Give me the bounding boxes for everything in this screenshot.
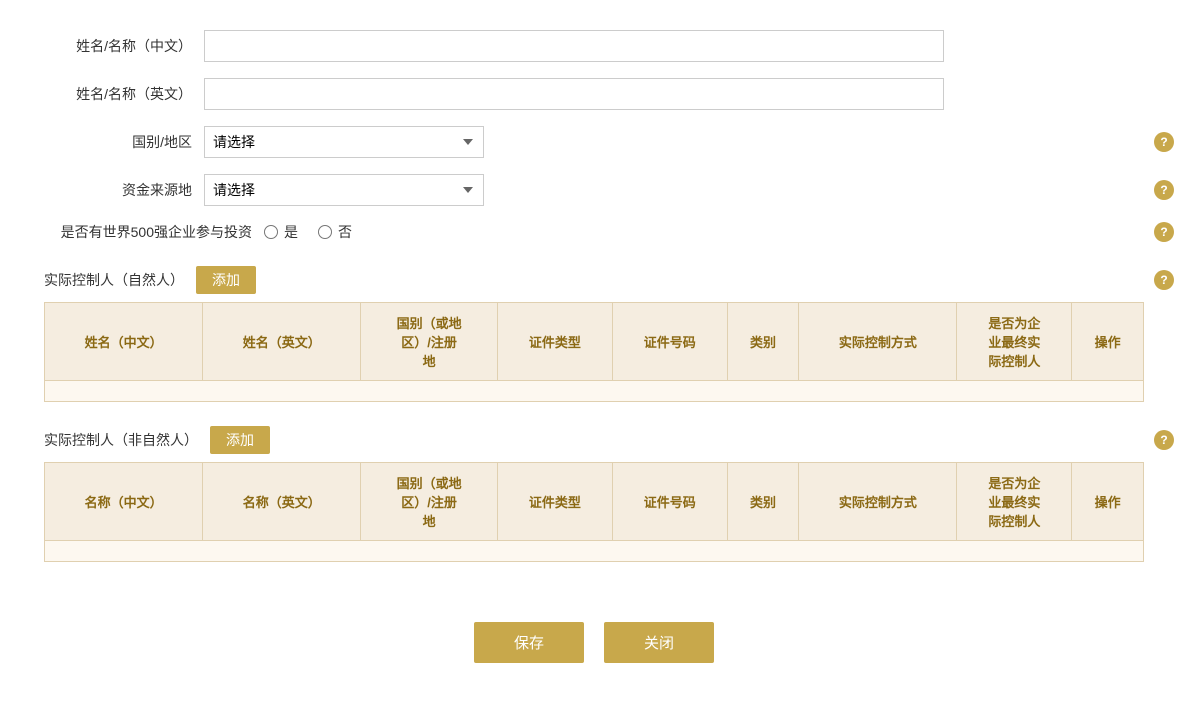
non-natural-table-header-row: 名称（中文） 名称（英文） 国别（或地区）/注册地 证件类型 证件号码 类别 实… xyxy=(45,463,1144,541)
non-natural-col-cert-no: 证件号码 xyxy=(612,463,727,541)
fortune500-yes-label: 是 xyxy=(284,222,298,242)
close-button[interactable]: 关闭 xyxy=(604,622,714,663)
footer-buttons: 保存 关闭 xyxy=(44,602,1144,663)
name-cn-label: 姓名/名称（中文） xyxy=(44,36,204,56)
natural-col-cert-no: 证件号码 xyxy=(612,303,727,381)
non-natural-empty-row xyxy=(45,541,1144,562)
non-natural-col-is-ultimate: 是否为企业最终实际控制人 xyxy=(957,463,1072,541)
name-en-row: 姓名/名称（英文） xyxy=(44,78,1144,110)
natural-col-is-ultimate: 是否为企业最终实际控制人 xyxy=(957,303,1072,381)
name-en-input[interactable] xyxy=(204,78,944,110)
country-help-icon[interactable]: ? xyxy=(1154,132,1174,152)
country-label: 国别/地区 xyxy=(44,132,204,152)
non-natural-col-control-method: 实际控制方式 xyxy=(799,463,957,541)
non-natural-col-country: 国别（或地区）/注册地 xyxy=(361,463,498,541)
non-natural-col-cert-type: 证件类型 xyxy=(497,463,612,541)
fund-source-help-icon[interactable]: ? xyxy=(1154,180,1174,200)
name-en-label: 姓名/名称（英文） xyxy=(44,84,204,104)
fortune500-radio-group: 是 否 xyxy=(264,222,352,242)
fortune500-no-label: 否 xyxy=(338,222,352,242)
natural-col-control-method: 实际控制方式 xyxy=(799,303,957,381)
non-natural-person-table: 名称（中文） 名称（英文） 国别（或地区）/注册地 证件类型 证件号码 类别 实… xyxy=(44,462,1144,562)
natural-col-operation: 操作 xyxy=(1072,303,1144,381)
non-natural-section-header: 实际控制人（非自然人） 添加 ? xyxy=(44,426,1144,462)
natural-help-icon[interactable]: ? xyxy=(1154,270,1174,290)
fortune500-yes-radio[interactable] xyxy=(264,225,278,239)
country-select[interactable]: 请选择 xyxy=(204,126,484,158)
natural-table-header-row: 姓名（中文） 姓名（英文） 国别（或地区）/注册地 证件类型 证件号码 类别 实… xyxy=(45,303,1144,381)
natural-add-button[interactable]: 添加 xyxy=(196,266,256,294)
non-natural-add-button[interactable]: 添加 xyxy=(210,426,270,454)
natural-col-name-en: 姓名（英文） xyxy=(203,303,361,381)
fortune500-help-icon[interactable]: ? xyxy=(1154,222,1174,242)
fortune500-row: 是否有世界500强企业参与投资 是 否 ? xyxy=(44,222,1144,242)
country-row: 国别/地区 请选择 ? xyxy=(44,126,1144,158)
fortune500-label: 是否有世界500强企业参与投资 xyxy=(44,222,264,242)
non-natural-section-title: 实际控制人（非自然人） xyxy=(44,430,198,450)
fund-source-row: 资金来源地 请选择 ? xyxy=(44,174,1144,206)
natural-section-header: 实际控制人（自然人） 添加 ? xyxy=(44,266,1144,302)
non-natural-col-operation: 操作 xyxy=(1072,463,1144,541)
natural-col-cert-type: 证件类型 xyxy=(497,303,612,381)
natural-col-category: 类别 xyxy=(727,303,799,381)
natural-section-title: 实际控制人（自然人） xyxy=(44,270,184,290)
fortune500-yes-option[interactable]: 是 xyxy=(264,222,298,242)
fund-source-label: 资金来源地 xyxy=(44,180,204,200)
non-natural-col-category: 类别 xyxy=(727,463,799,541)
natural-empty-row xyxy=(45,381,1144,402)
fortune500-no-option[interactable]: 否 xyxy=(318,222,352,242)
name-cn-input[interactable] xyxy=(204,30,944,62)
natural-col-country: 国别（或地区）/注册地 xyxy=(361,303,498,381)
save-button[interactable]: 保存 xyxy=(474,622,584,663)
non-natural-help-icon[interactable]: ? xyxy=(1154,430,1174,450)
fortune500-no-radio[interactable] xyxy=(318,225,332,239)
fund-source-select[interactable]: 请选择 xyxy=(204,174,484,206)
non-natural-col-name-en: 名称（英文） xyxy=(203,463,361,541)
name-cn-row: 姓名/名称（中文） xyxy=(44,30,1144,62)
natural-person-table: 姓名（中文） 姓名（英文） 国别（或地区）/注册地 证件类型 证件号码 类别 实… xyxy=(44,302,1144,402)
non-natural-col-name-cn: 名称（中文） xyxy=(45,463,203,541)
natural-col-name-cn: 姓名（中文） xyxy=(45,303,203,381)
